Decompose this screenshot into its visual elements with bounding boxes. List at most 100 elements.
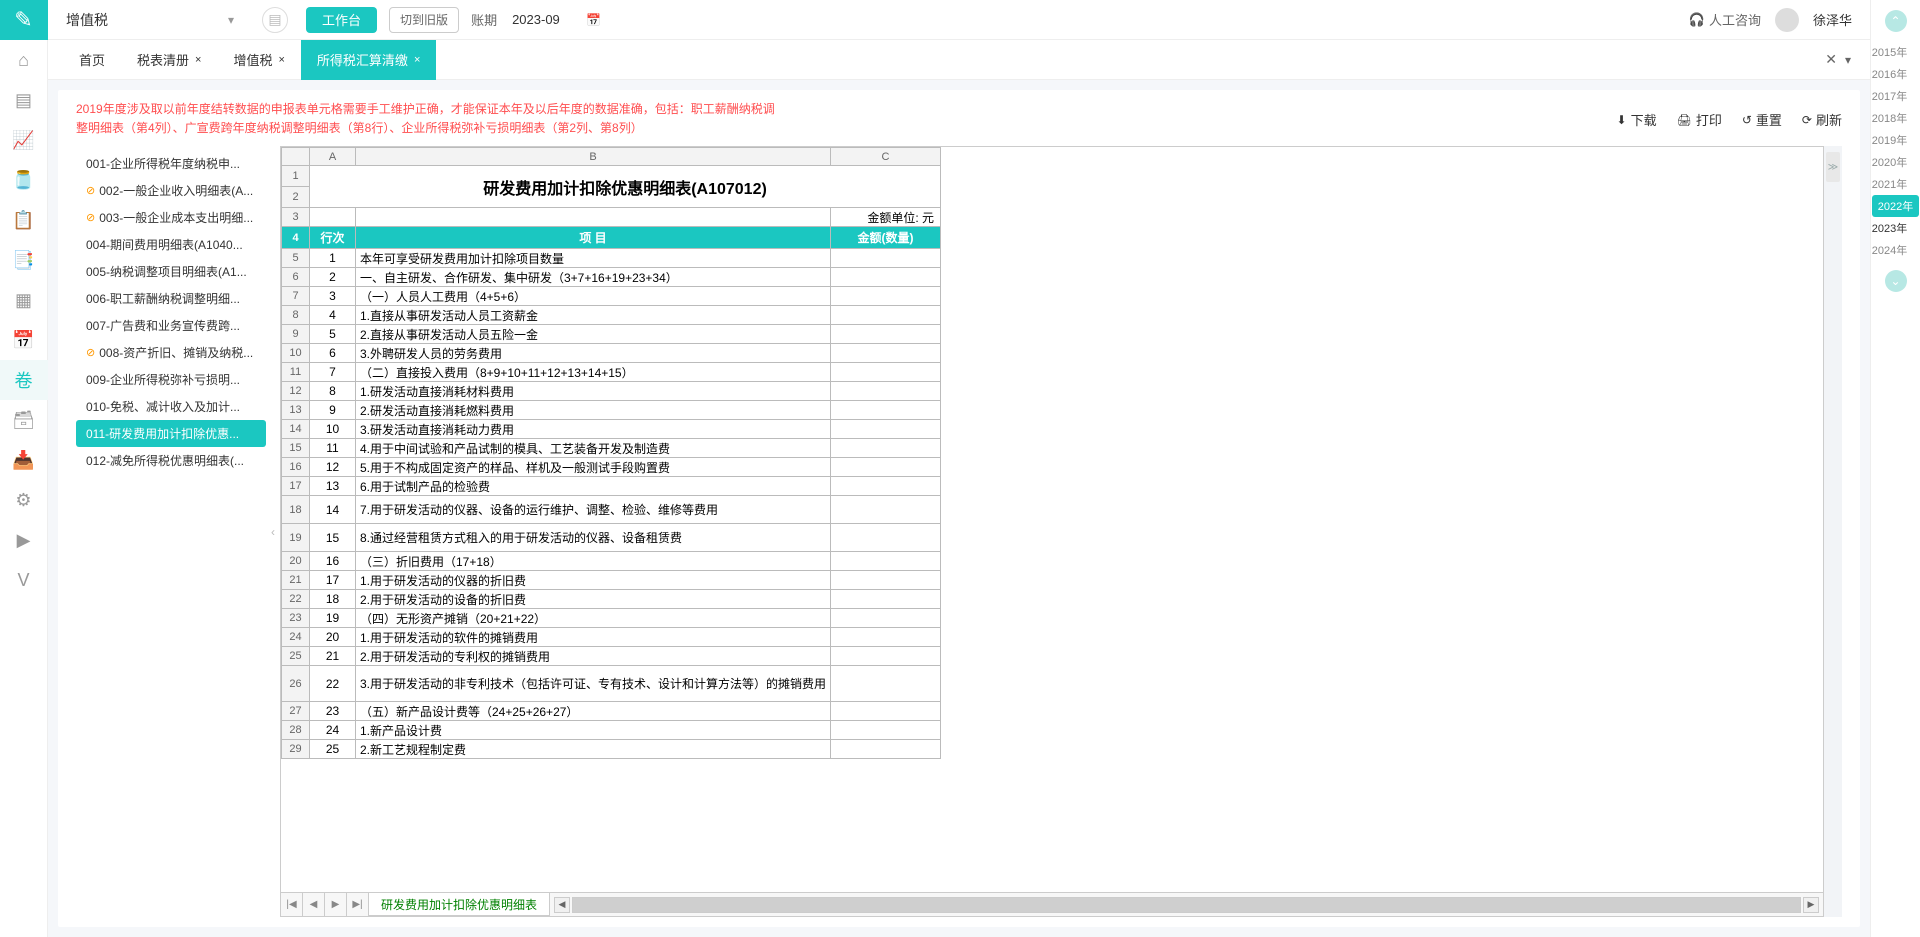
table-row[interactable]: 73（一）人员人工费用（4+5+6）: [282, 287, 941, 306]
table-row[interactable]: 15114.用于中间试验和产品试制的模具、工艺装备开发及制造费: [282, 439, 941, 458]
close-icon[interactable]: ×: [414, 54, 420, 66]
form-list-item-label: 006-职工薪酬纳税调整明细...: [86, 290, 240, 307]
table-row[interactable]: 1063.外聘研发人员的劳务费用: [282, 344, 941, 363]
table-row[interactable]: 952.直接从事研发活动人员五险一金: [282, 325, 941, 344]
close-icon[interactable]: ×: [278, 54, 284, 66]
nav-report-icon[interactable]: 📑: [0, 240, 48, 280]
nav-jar-icon[interactable]: 🫙: [0, 160, 48, 200]
table-row[interactable]: 2723（五）新产品设计费等（24+25+26+27）: [282, 702, 941, 721]
year-item[interactable]: 2017年: [1872, 85, 1919, 107]
nav-doc-icon[interactable]: ▤: [0, 80, 48, 120]
sheet-tab[interactable]: 研发费用加计扣除优惠明细表: [368, 893, 550, 916]
scrollbar-right-icon[interactable]: ▶: [1803, 897, 1819, 913]
table-row[interactable]: 841.直接从事研发活动人员工资薪金: [282, 306, 941, 325]
sheet-nav-prev-icon[interactable]: ◀: [303, 893, 325, 916]
table-row[interactable]: 14103.研发活动直接消耗动力费用: [282, 420, 941, 439]
form-list-item[interactable]: 004-期间费用明细表(A1040...: [76, 231, 266, 258]
tab-所得税汇算清缴[interactable]: 所得税汇算清缴×: [301, 40, 436, 80]
table-row[interactable]: 17136.用于试制产品的检验费: [282, 477, 941, 496]
form-list-item[interactable]: 006-职工薪酬纳税调整明细...: [76, 285, 266, 312]
table-row[interactable]: 117（二）直接投入费用（8+9+10+11+12+13+14+15）: [282, 363, 941, 382]
table-row[interactable]: 18147.用于研发活动的仪器、设备的运行维护、调整、检验、维修等费用: [282, 496, 941, 524]
workspace-button[interactable]: 工作台: [306, 7, 377, 33]
scrollbar-left-icon[interactable]: ◀: [554, 897, 570, 913]
table-row[interactable]: 62一、自主研发、合作研发、集中研发（3+7+16+19+23+34）: [282, 268, 941, 287]
period-input[interactable]: [505, 8, 605, 31]
nav-inbox-icon[interactable]: 📥: [0, 440, 48, 480]
form-list-item[interactable]: 009-企业所得税弥补亏损明...: [76, 366, 266, 393]
tax-type-chevron-icon[interactable]: ▾: [228, 13, 234, 27]
nav-calendar-icon[interactable]: 📅: [0, 320, 48, 360]
year-item[interactable]: 2024年: [1872, 239, 1919, 261]
table-row[interactable]: 28241.新产品设计费: [282, 721, 941, 740]
year-down-icon[interactable]: ⌄: [1885, 270, 1907, 292]
tab-增值税[interactable]: 增值税×: [217, 40, 300, 80]
year-item[interactable]: 2020年: [1872, 151, 1919, 173]
user-avatar[interactable]: [1775, 8, 1799, 32]
close-icon[interactable]: ×: [195, 54, 201, 66]
form-list-item[interactable]: 011-研发费用加计扣除优惠...: [76, 420, 266, 447]
form-list-item[interactable]: 012-减免所得税优惠明细表(...: [76, 447, 266, 474]
form-list-item[interactable]: 001-企业所得税年度纳税申...: [76, 150, 266, 177]
sheet-nav-last-icon[interactable]: ▶|: [347, 893, 369, 916]
year-item[interactable]: 2015年: [1872, 41, 1919, 63]
nav-settings-icon[interactable]: ⚙: [0, 480, 48, 520]
nav-video-icon[interactable]: ▶: [0, 520, 48, 560]
table-row[interactable]: 29252.新工艺规程制定费: [282, 740, 941, 759]
nav-v-icon[interactable]: V: [0, 560, 48, 600]
year-up-icon[interactable]: ⌃: [1885, 10, 1907, 32]
close-all-tabs-icon[interactable]: ✕: [1821, 51, 1841, 68]
expand-panel-icon[interactable]: ≫: [1826, 152, 1840, 182]
sheet-nav-first-icon[interactable]: |◀: [281, 893, 303, 916]
form-list-item[interactable]: ⊘008-资产折旧、摊销及纳税...: [76, 339, 266, 366]
table-row[interactable]: 21171.用于研发活动的仪器的折旧费: [282, 571, 941, 590]
year-item[interactable]: 2018年: [1872, 107, 1919, 129]
form-list-item[interactable]: ⊘003-一般企业成本支出明细...: [76, 204, 266, 231]
tabs-overflow-icon[interactable]: ▾: [1841, 53, 1855, 67]
print-button[interactable]: 🖨打印: [1677, 110, 1722, 129]
tax-type-selector-label[interactable]: 增值税: [66, 10, 108, 30]
form-list-item[interactable]: 005-纳税调整项目明细表(A1...: [76, 258, 266, 285]
form-list-item[interactable]: ⊘002-一般企业收入明细表(A...: [76, 177, 266, 204]
form-list-item[interactable]: 007-广告费和业务宣传费跨...: [76, 312, 266, 339]
year-item[interactable]: 2022年: [1872, 195, 1919, 217]
reset-button[interactable]: ↺重置: [1742, 110, 1782, 129]
help-link[interactable]: 🎧 人工咨询: [1689, 10, 1761, 29]
table-row[interactable]: 19158.通过经营租赁方式租入的用于研发活动的仪器、设备租赁费: [282, 524, 941, 552]
table-row[interactable]: 26223.用于研发活动的非专利技术（包括许可证、专有技术、设计和计算方法等）的…: [282, 666, 941, 702]
year-item[interactable]: 2021年: [1872, 173, 1919, 195]
table-row[interactable]: 24201.用于研发活动的软件的摊销费用: [282, 628, 941, 647]
table-row[interactable]: 22182.用于研发活动的设备的折旧费: [282, 590, 941, 609]
nav-table-icon[interactable]: ▦: [0, 280, 48, 320]
table-row[interactable]: 16125.用于不构成固定资产的样品、样机及一般测试手段购置费: [282, 458, 941, 477]
refresh-button[interactable]: ⟳刷新: [1802, 110, 1842, 129]
nav-home-icon[interactable]: ⌂: [0, 40, 48, 80]
form-list-item[interactable]: 010-免税、减计收入及加计...: [76, 393, 266, 420]
table-row[interactable]: 25212.用于研发活动的专利权的摊销费用: [282, 647, 941, 666]
nav-tax-icon[interactable]: 卷: [0, 360, 48, 400]
switch-old-version-button[interactable]: 切到旧版: [389, 7, 459, 33]
nav-archive-icon[interactable]: 🗃: [0, 400, 48, 440]
table-row[interactable]: 2016（三）折旧费用（17+18）: [282, 552, 941, 571]
collapse-sidebar-handle[interactable]: ‹: [266, 146, 280, 917]
spreadsheet: ABC1研发费用加计扣除优惠明细表(A107012)23金额单位: 元4行次项 …: [280, 146, 1824, 917]
year-item[interactable]: 2023年: [1872, 217, 1919, 239]
year-item[interactable]: 2016年: [1872, 63, 1919, 85]
sheet-table[interactable]: ABC1研发费用加计扣除优惠明细表(A107012)23金额单位: 元4行次项 …: [281, 147, 941, 759]
tab-首页[interactable]: 首页: [63, 40, 121, 80]
horizontal-scrollbar[interactable]: ◀ ▶: [550, 893, 1823, 916]
sheet-nav-next-icon[interactable]: ▶: [325, 893, 347, 916]
docs-round-icon[interactable]: ▤: [262, 7, 288, 33]
year-item[interactable]: 2019年: [1872, 129, 1919, 151]
table-row[interactable]: 1392.研发活动直接消耗燃料费用: [282, 401, 941, 420]
tab-label: 税表清册: [137, 50, 189, 69]
table-row[interactable]: 2319（四）无形资产摊销（20+21+22）: [282, 609, 941, 628]
nav-chart-icon[interactable]: 📈: [0, 120, 48, 160]
table-row[interactable]: 51本年可享受研发费用加计扣除项目数量: [282, 249, 941, 268]
table-row[interactable]: 1281.研发活动直接消耗材料费用: [282, 382, 941, 401]
download-button[interactable]: ⬇下载: [1617, 110, 1657, 129]
reset-icon: ↺: [1742, 113, 1752, 127]
tab-税表清册[interactable]: 税表清册 ×: [121, 40, 217, 80]
scrollbar-thumb[interactable]: [573, 898, 1800, 912]
nav-clipboard-icon[interactable]: 📋: [0, 200, 48, 240]
